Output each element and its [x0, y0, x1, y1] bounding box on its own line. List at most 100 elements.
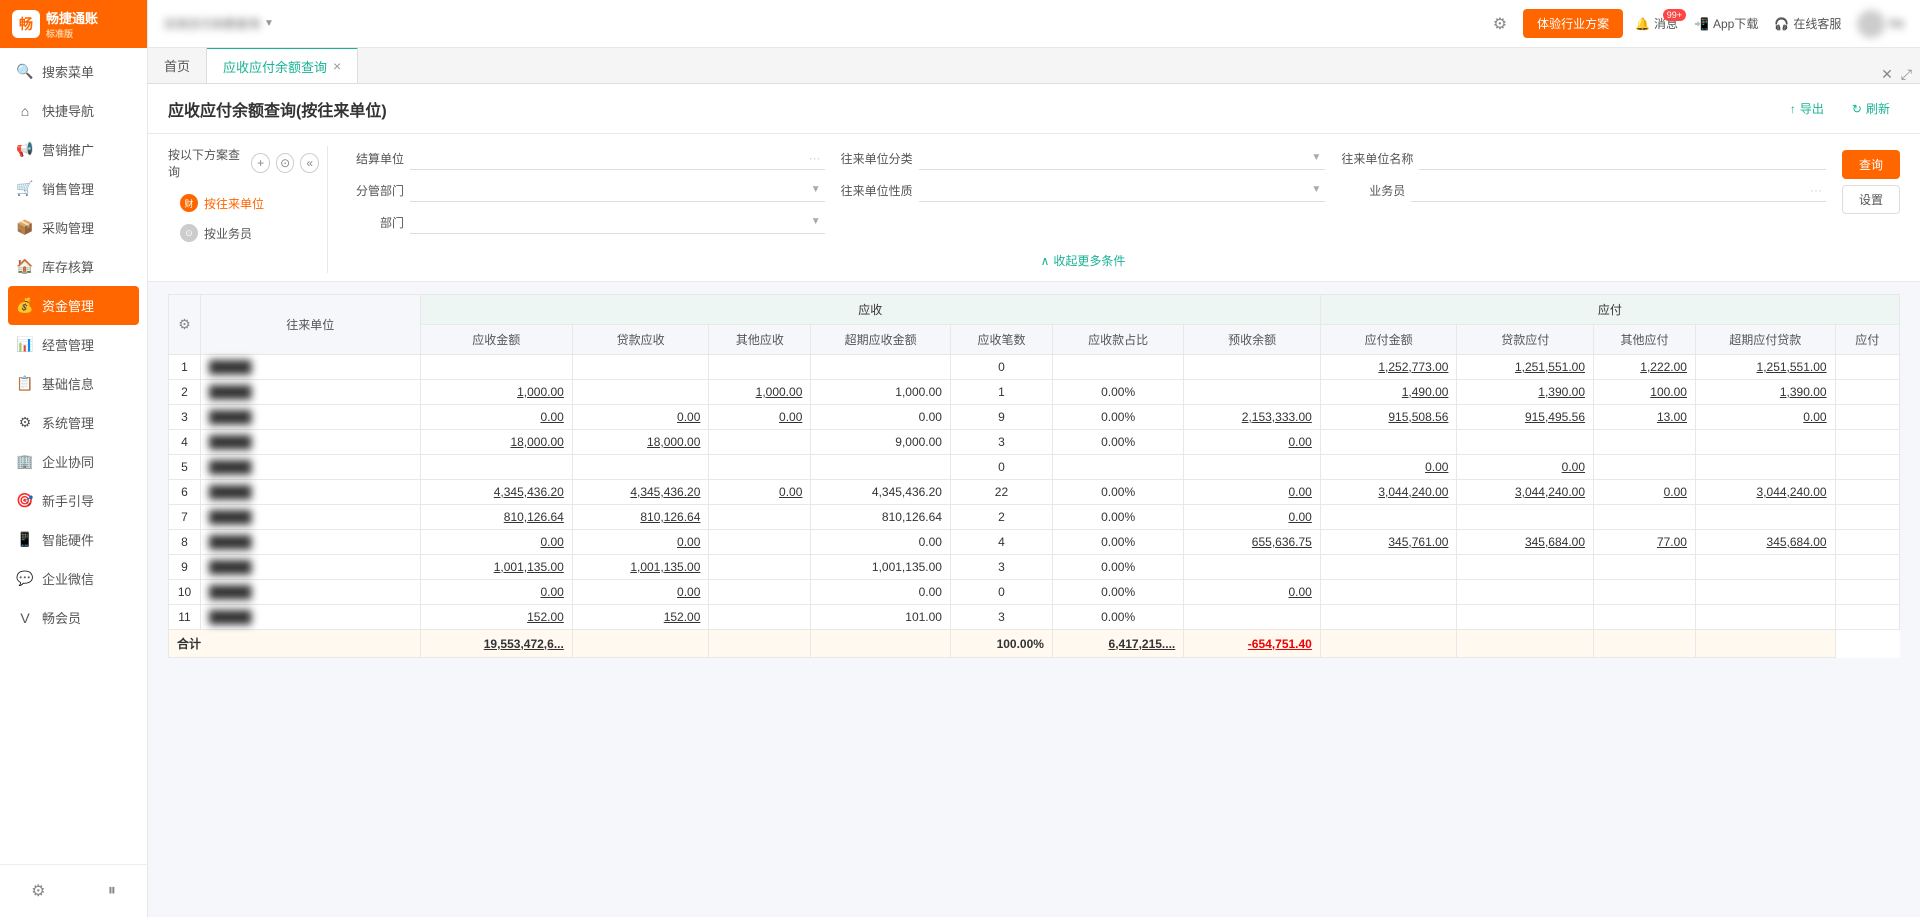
- table-settings-icon[interactable]: ⚙: [178, 316, 191, 332]
- tab-close-icon[interactable]: ×: [333, 58, 341, 74]
- table-cell[interactable]: 0.00: [1184, 430, 1321, 455]
- sidebar-item-wechat[interactable]: 💬 企业微信: [0, 559, 147, 598]
- table-cell[interactable]: [572, 355, 709, 380]
- table-cell[interactable]: [1457, 580, 1594, 605]
- table-cell[interactable]: [1457, 605, 1594, 630]
- table-cell[interactable]: 345,684.00: [1457, 530, 1594, 555]
- table-cell[interactable]: 0.00: [709, 480, 811, 505]
- table-cell[interactable]: 152.00: [420, 605, 572, 630]
- sidebar-item-marketing[interactable]: 📢 营销推广: [0, 130, 147, 169]
- table-cell[interactable]: [1594, 580, 1696, 605]
- table-cell[interactable]: 18,000.00: [572, 430, 709, 455]
- tab-home[interactable]: 首页: [148, 47, 207, 83]
- table-cell[interactable]: 3,044,240.00: [1457, 480, 1594, 505]
- sidebar-item-shortcut[interactable]: ⌂ 快捷导航: [0, 91, 147, 130]
- table-cell[interactable]: [572, 455, 709, 480]
- promo-button[interactable]: 体验行业方案: [1523, 9, 1623, 38]
- table-cell[interactable]: [1695, 430, 1835, 455]
- table-cell[interactable]: 1,001,135.00: [420, 555, 572, 580]
- table-cell[interactable]: [1457, 505, 1594, 530]
- table-cell[interactable]: [420, 455, 572, 480]
- table-cell[interactable]: [420, 355, 572, 380]
- table-cell[interactable]: [1695, 580, 1835, 605]
- table-cell[interactable]: 915,495.56: [1457, 405, 1594, 430]
- table-cell[interactable]: 1,490.00: [1320, 380, 1457, 405]
- table-cell[interactable]: [709, 430, 811, 455]
- table-cell[interactable]: 0.00: [1184, 580, 1321, 605]
- table-cell[interactable]: 77.00: [1594, 530, 1696, 555]
- sidebar-item-operation[interactable]: 📊 经营管理: [0, 325, 147, 364]
- table-cell[interactable]: 4,345,436.20: [420, 480, 572, 505]
- sidebar-item-inventory[interactable]: 🏠 库存核算: [0, 247, 147, 286]
- table-cell[interactable]: 0.00: [420, 530, 572, 555]
- table-cell[interactable]: 13.00: [1594, 405, 1696, 430]
- collapse-scheme-btn[interactable]: «: [300, 153, 319, 173]
- table-cell[interactable]: 1,000.00: [709, 380, 811, 405]
- table-cell[interactable]: [1594, 430, 1696, 455]
- table-cell[interactable]: [709, 455, 811, 480]
- sidebar-item-sales[interactable]: 🛒 销售管理: [0, 169, 147, 208]
- table-cell[interactable]: [1695, 455, 1835, 480]
- table-cell[interactable]: 655,636.75: [1184, 530, 1321, 555]
- sidebar-item-guide[interactable]: 🎯 新手引导: [0, 481, 147, 520]
- table-cell[interactable]: 100.00: [1594, 380, 1696, 405]
- table-cell[interactable]: 1,390.00: [1695, 380, 1835, 405]
- partner-category-input[interactable]: ▼: [919, 146, 1326, 170]
- table-cell[interactable]: 0.00: [1457, 455, 1594, 480]
- export-button[interactable]: ↑ 导出: [1780, 96, 1834, 121]
- table-cell[interactable]: [1594, 505, 1696, 530]
- table-cell[interactable]: [1184, 605, 1321, 630]
- table-cell[interactable]: 810,126.64: [420, 505, 572, 530]
- table-cell[interactable]: 0.00: [572, 530, 709, 555]
- table-cell[interactable]: [1184, 380, 1321, 405]
- table-cell[interactable]: [709, 555, 811, 580]
- sidebar-item-system[interactable]: ⚙ 系统管理: [0, 403, 147, 442]
- table-cell[interactable]: [1695, 505, 1835, 530]
- collapse-sidebar-btn[interactable]: ⏸: [100, 874, 124, 908]
- dept-input[interactable]: ▼: [410, 210, 825, 234]
- table-cell[interactable]: [1457, 430, 1594, 455]
- table-cell[interactable]: 0.00: [1320, 455, 1457, 480]
- table-cell[interactable]: 810,126.64: [572, 505, 709, 530]
- tab-close-window-icon[interactable]: ✕: [1881, 66, 1893, 83]
- table-cell[interactable]: [1594, 455, 1696, 480]
- settings-footer-btn[interactable]: ⚙: [23, 873, 53, 909]
- table-cell[interactable]: 0.00: [420, 580, 572, 605]
- table-cell[interactable]: [709, 605, 811, 630]
- tab-receivable[interactable]: 应收应付余额查询 ×: [207, 47, 358, 83]
- sidebar-item-purchase[interactable]: 📦 采购管理: [0, 208, 147, 247]
- dept-manager-input[interactable]: ▼: [410, 178, 825, 202]
- salesman-input[interactable]: ···: [1411, 178, 1826, 202]
- table-cell[interactable]: 1,252,773.00: [1320, 355, 1457, 380]
- partner-nature-input[interactable]: ▼: [919, 178, 1326, 202]
- table-cell[interactable]: [1594, 605, 1696, 630]
- table-cell[interactable]: 1,001,135.00: [572, 555, 709, 580]
- sidebar-item-hardware[interactable]: 📱 智能硬件: [0, 520, 147, 559]
- table-cell[interactable]: 152.00: [572, 605, 709, 630]
- table-cell[interactable]: [1695, 605, 1835, 630]
- header-gear-icon[interactable]: ⚙: [1493, 14, 1507, 34]
- scheme-by-partner[interactable]: 财 按往来单位: [168, 188, 319, 218]
- table-cell[interactable]: 0.00: [572, 580, 709, 605]
- user-menu[interactable]: Rit: [1857, 10, 1904, 38]
- table-cell[interactable]: [1320, 580, 1457, 605]
- table-cell[interactable]: [1320, 430, 1457, 455]
- table-cell[interactable]: 345,684.00: [1695, 530, 1835, 555]
- online-service-item[interactable]: 🎧 在线客服: [1774, 15, 1841, 32]
- table-cell[interactable]: [1320, 505, 1457, 530]
- settlement-unit-input[interactable]: ···: [410, 146, 825, 170]
- table-cell[interactable]: [709, 580, 811, 605]
- table-cell[interactable]: 1,390.00: [1457, 380, 1594, 405]
- table-cell[interactable]: [709, 530, 811, 555]
- table-cell[interactable]: 0.00: [1695, 405, 1835, 430]
- notifications-item[interactable]: 🔔 消息 99+: [1635, 15, 1678, 32]
- table-cell[interactable]: [572, 380, 709, 405]
- table-cell[interactable]: 1,000.00: [420, 380, 572, 405]
- table-cell[interactable]: 915,508.56: [1320, 405, 1457, 430]
- tab-maximize-icon[interactable]: ⤢: [1901, 66, 1912, 83]
- set-button[interactable]: 设置: [1842, 185, 1900, 214]
- table-cell[interactable]: 345,761.00: [1320, 530, 1457, 555]
- table-cell[interactable]: [1457, 555, 1594, 580]
- table-cell[interactable]: [1184, 355, 1321, 380]
- collapse-filter-btn[interactable]: ∧ 收起更多条件: [1029, 248, 1138, 273]
